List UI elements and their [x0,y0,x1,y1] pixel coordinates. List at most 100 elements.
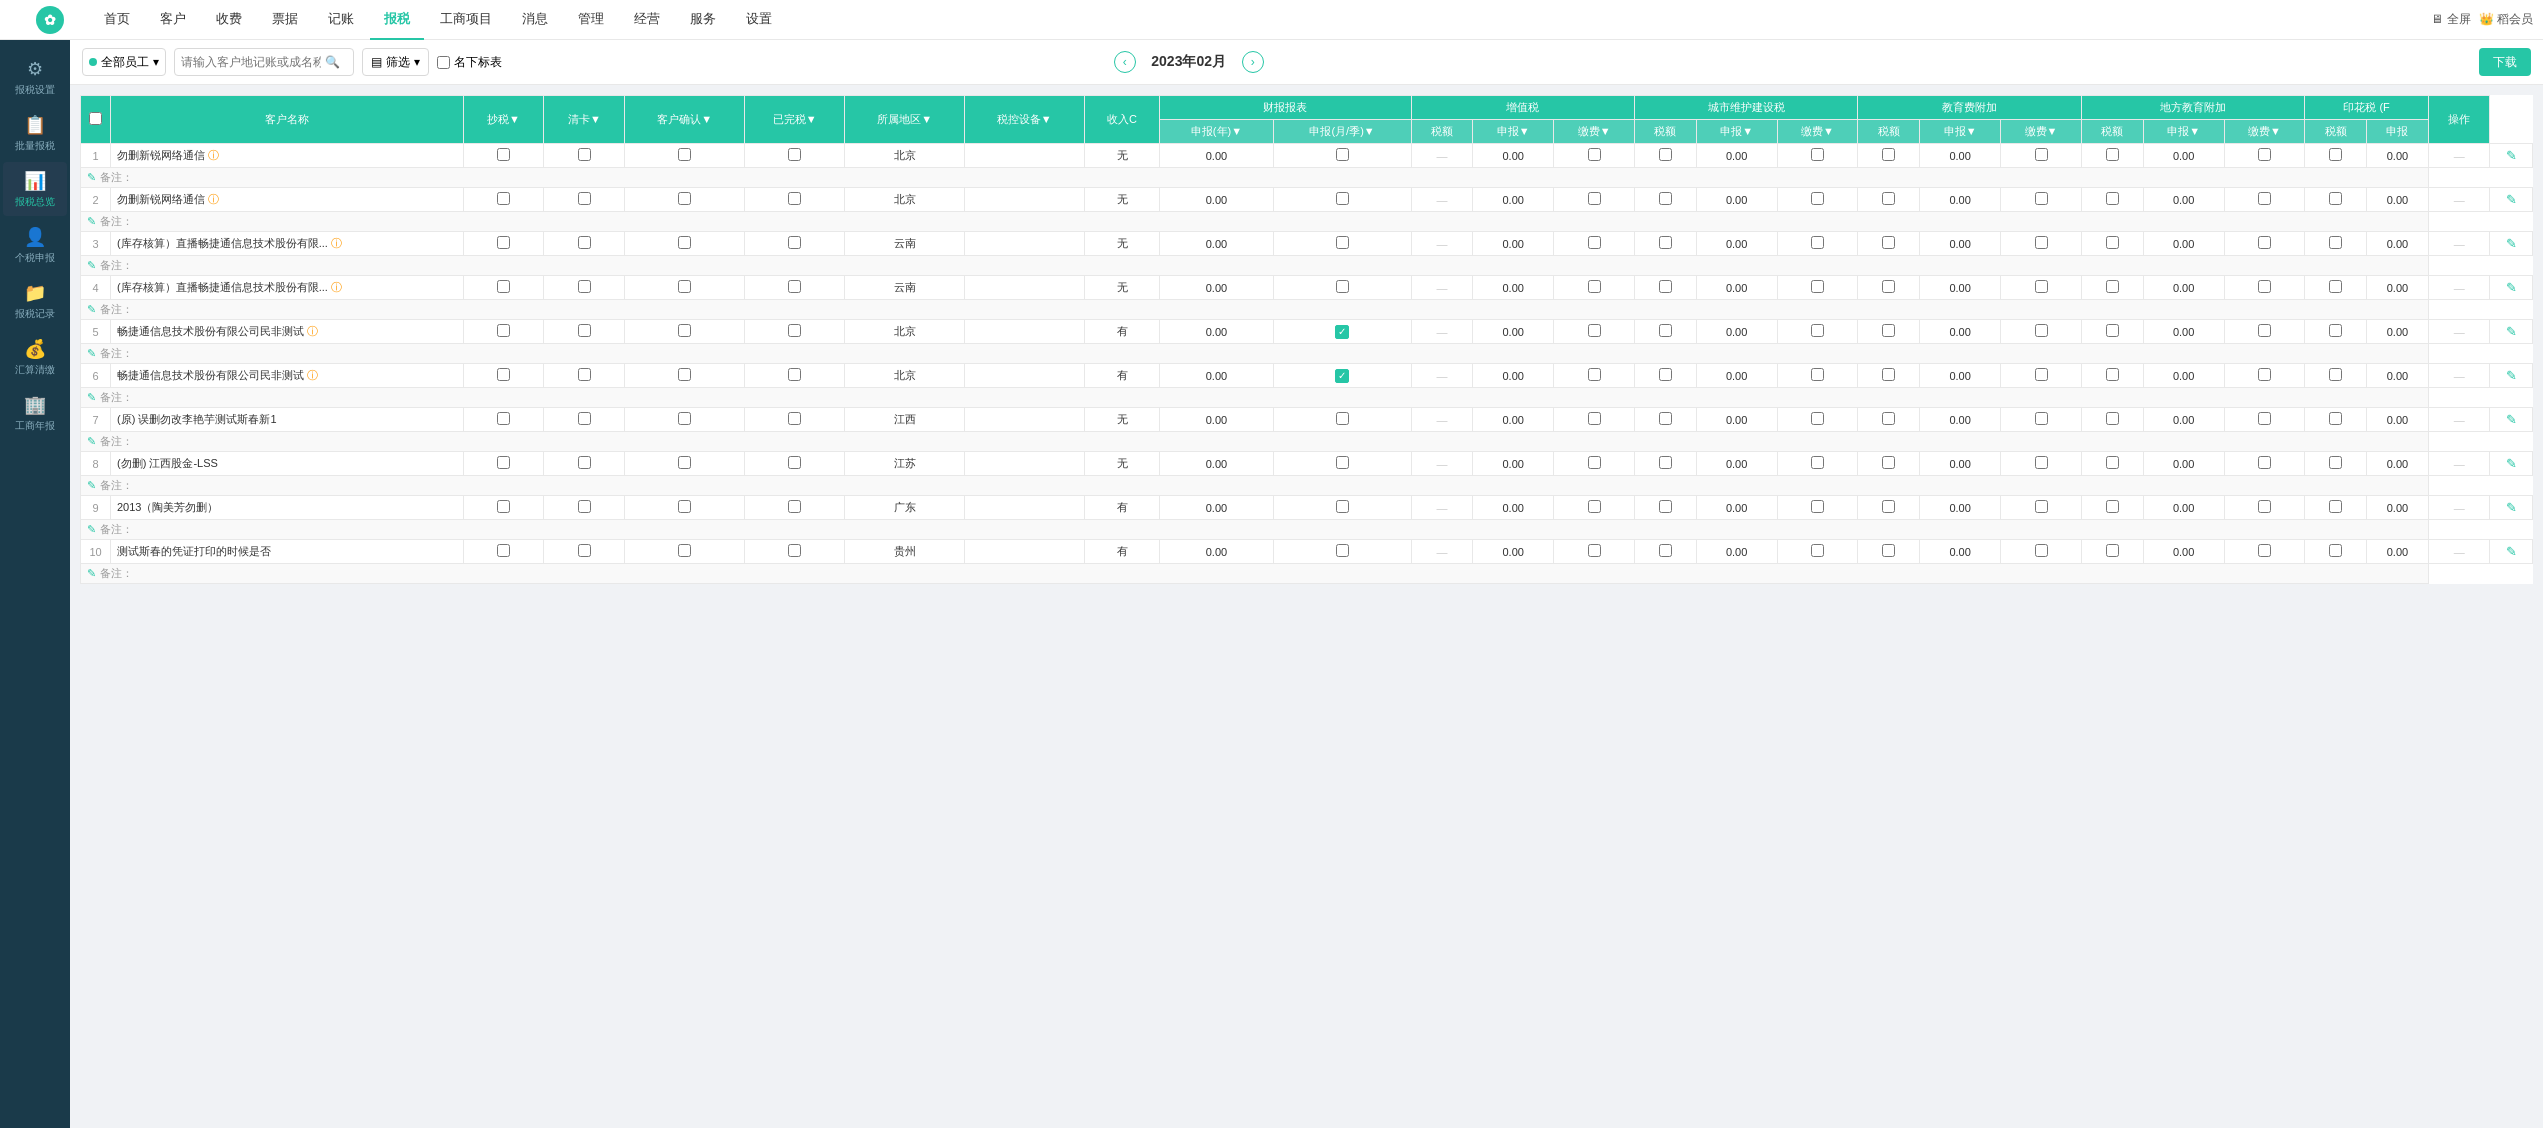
nav-operation[interactable]: 经营 [620,0,674,40]
sub-difang-jf[interactable]: 缴费▼ [2224,120,2305,144]
jiaoyu-jf-checkbox[interactable] [2106,148,2119,161]
zengzhi-jf-checkbox[interactable] [1659,236,1672,249]
col-header-taxdevice[interactable]: 税控设备▼ [964,96,1084,144]
jiaoyu-jf-checkbox[interactable] [2106,280,2119,293]
chaoshui-checkbox[interactable] [497,500,510,513]
caibao-year-checkbox[interactable] [1336,236,1349,249]
sidebar-item-personal-tax[interactable]: 👤 个税申报 [3,218,67,272]
chengshi-jf-cell[interactable] [1858,452,1920,476]
zengzhi-jf-checkbox[interactable] [1659,148,1672,161]
note-cell[interactable]: ✎备注： [81,300,2429,320]
employee-select[interactable]: 全部员工 ▾ [82,48,166,76]
difang-sb-checkbox[interactable] [2258,368,2271,381]
sidebar-item-tax-overview[interactable]: 📊 报税总览 [3,162,67,216]
jiaoyu-sb-checkbox[interactable] [2035,192,2048,205]
jiaoyu-jf-cell[interactable] [2081,452,2143,476]
kehuqueren-checkbox[interactable] [678,192,691,205]
difang-sb-cell[interactable] [2224,496,2305,520]
zengzhi-sb-checkbox[interactable] [1588,500,1601,513]
yiwanshui-cell[interactable] [745,408,845,432]
kehuqueren-cell[interactable] [625,232,745,256]
difang-jf-cell[interactable] [2305,144,2367,168]
jiaoyu-jf-cell[interactable] [2081,320,2143,344]
chengshi-sb-cell[interactable] [1777,364,1858,388]
difang-jf-cell[interactable] [2305,364,2367,388]
zengzhi-jf-cell[interactable] [1635,320,1697,344]
caibao-year-cell[interactable] [1273,144,1411,168]
qingka-cell[interactable] [544,364,625,388]
caibao-year-checked[interactable]: ✓ [1335,325,1349,339]
qingka-checkbox[interactable] [578,280,591,293]
chaoshui-checkbox[interactable] [497,368,510,381]
difang-sb-cell[interactable] [2224,232,2305,256]
jiaoyu-jf-checkbox[interactable] [2106,368,2119,381]
chengshi-sb-cell[interactable] [1777,496,1858,520]
sub-jiaoyu-jf[interactable]: 缴费▼ [2001,120,2082,144]
note-cell[interactable]: ✎备注： [81,564,2429,584]
chengshi-sb-checkbox[interactable] [1811,192,1824,205]
chengshi-jf-checkbox[interactable] [1882,324,1895,337]
named-table-checkbox-label[interactable]: 名下标表 [437,54,502,71]
jiaoyu-sb-cell[interactable] [2001,188,2082,212]
chengshi-jf-cell[interactable] [1858,364,1920,388]
nav-home[interactable]: 首页 [90,0,144,40]
company-name-cell[interactable]: 勿删新锐网络通信 ⓘ [111,188,464,212]
operation-cell[interactable]: ✎ [2490,276,2533,300]
difang-sb-checkbox[interactable] [2258,412,2271,425]
note-cell[interactable]: ✎备注： [81,388,2429,408]
kehuqueren-checkbox[interactable] [678,544,691,557]
caibao-year-cell[interactable]: ✓ [1273,320,1411,344]
jiaoyu-jf-checkbox[interactable] [2106,412,2119,425]
zengzhi-sb-checkbox[interactable] [1588,456,1601,469]
yiwanshui-cell[interactable] [745,276,845,300]
caibao-year-checkbox[interactable] [1336,280,1349,293]
kehuqueren-checkbox[interactable] [678,412,691,425]
chengshi-jf-checkbox[interactable] [1882,236,1895,249]
qingka-checkbox[interactable] [578,412,591,425]
jiaoyu-sb-cell[interactable] [2001,364,2082,388]
difang-sb-checkbox[interactable] [2258,192,2271,205]
note-edit-icon[interactable]: ✎ [87,479,96,491]
yiwanshui-checkbox[interactable] [788,280,801,293]
yiwanshui-cell[interactable] [745,540,845,564]
chaoshui-cell[interactable] [463,232,544,256]
chengshi-sb-cell[interactable] [1777,232,1858,256]
zengzhi-sb-cell[interactable] [1554,188,1635,212]
jiaoyu-sb-checkbox[interactable] [2035,456,2048,469]
difang-jf-checkbox[interactable] [2329,368,2342,381]
jiaoyu-sb-cell[interactable] [2001,540,2082,564]
kehuqueren-cell[interactable] [625,452,745,476]
chengshi-sb-cell[interactable] [1777,320,1858,344]
jiaoyu-jf-cell[interactable] [2081,540,2143,564]
zengzhi-jf-checkbox[interactable] [1659,456,1672,469]
zengzhi-jf-cell[interactable] [1635,496,1697,520]
zengzhi-jf-checkbox[interactable] [1659,324,1672,337]
jiaoyu-jf-cell[interactable] [2081,408,2143,432]
caibao-year-cell[interactable]: ✓ [1273,364,1411,388]
next-period-button[interactable]: › [1242,51,1264,73]
nav-bookkeeping[interactable]: 记账 [314,0,368,40]
caibao-year-cell[interactable] [1273,276,1411,300]
company-name-cell[interactable]: (库存核算）直播畅捷通信息技术股份有限... ⓘ [111,276,464,300]
difang-jf-checkbox[interactable] [2329,236,2342,249]
col-header-kehuqueren[interactable]: 客户确认▼ [625,96,745,144]
kehuqueren-checkbox[interactable] [678,148,691,161]
qingka-cell[interactable] [544,320,625,344]
nav-invoice[interactable]: 票据 [258,0,312,40]
note-edit-icon[interactable]: ✎ [87,215,96,227]
chengshi-jf-cell[interactable] [1858,496,1920,520]
difang-jf-cell[interactable] [2305,496,2367,520]
sub-chengshi-jf[interactable]: 缴费▼ [1777,120,1858,144]
kehuqueren-checkbox[interactable] [678,456,691,469]
sub-difang-sb[interactable]: 申报▼ [2143,120,2224,144]
difang-sb-cell[interactable] [2224,364,2305,388]
table-container[interactable]: 客户名称 抄税▼ 清卡▼ 客户确认▼ 已完税▼ 所属地区▼ 税控设备▼ 收入C … [70,85,2543,1128]
chaoshui-cell[interactable] [463,276,544,300]
nav-message[interactable]: 消息 [508,0,562,40]
zengzhi-jf-checkbox[interactable] [1659,544,1672,557]
chengshi-jf-checkbox[interactable] [1882,192,1895,205]
yiwanshui-checkbox[interactable] [788,368,801,381]
edit-icon[interactable]: ✎ [2506,236,2517,251]
zengzhi-sb-checkbox[interactable] [1588,280,1601,293]
difang-jf-checkbox[interactable] [2329,148,2342,161]
